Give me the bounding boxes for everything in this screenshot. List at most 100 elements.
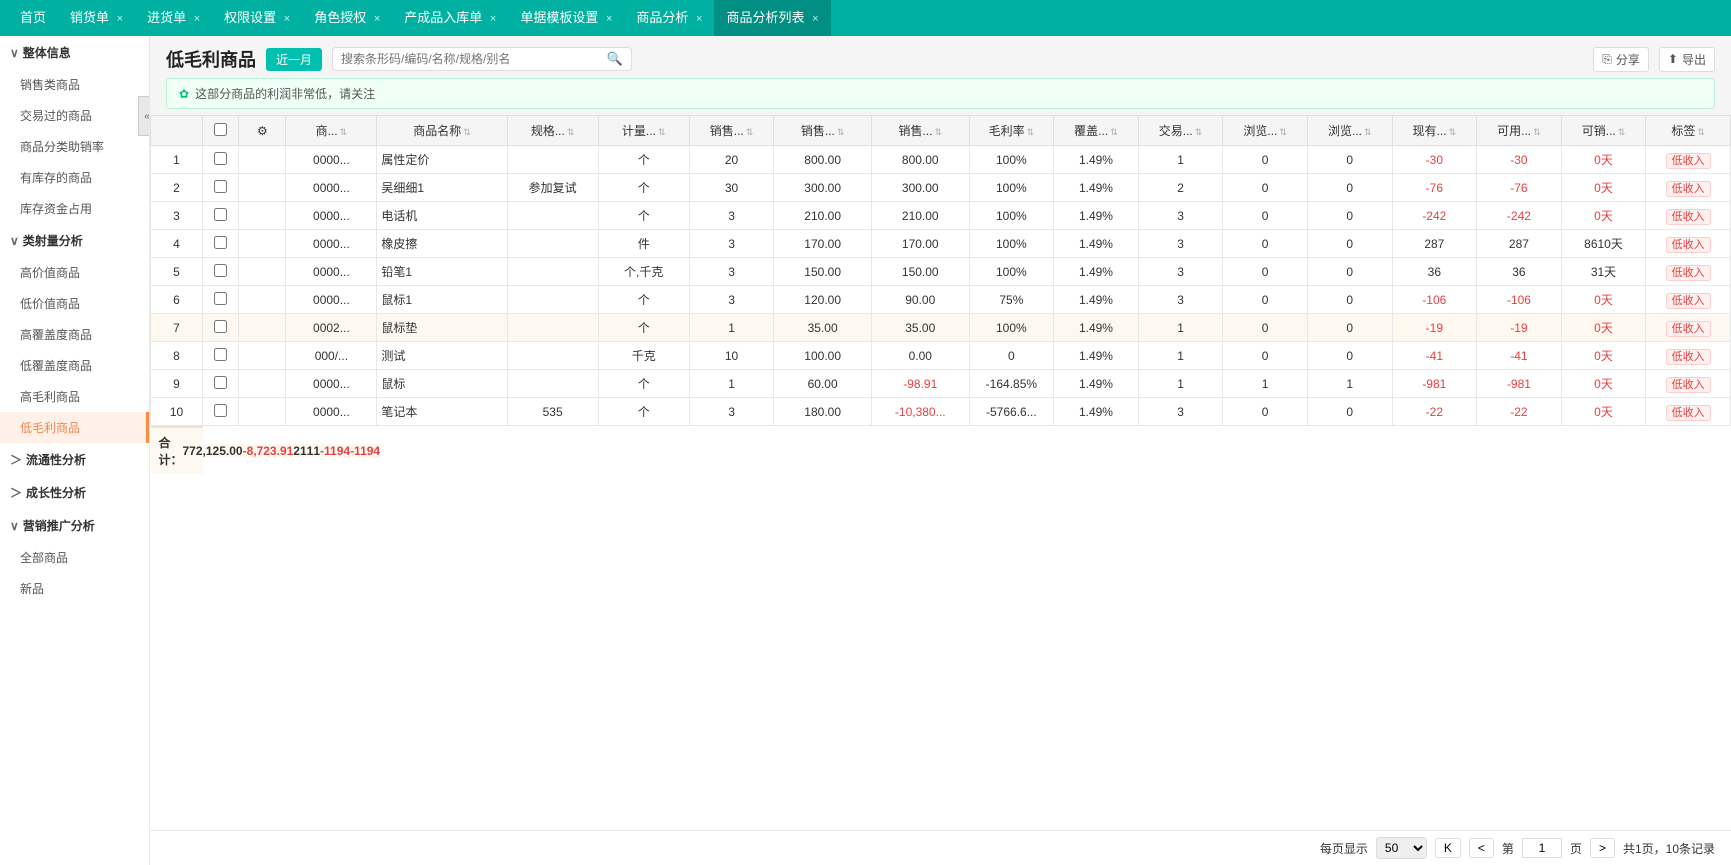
- th-code[interactable]: 商...⇅: [286, 116, 377, 146]
- sidebar-item-inventory-capital[interactable]: 库存资金占用: [0, 193, 149, 224]
- nav-close-template[interactable]: ×: [606, 13, 612, 25]
- nav-purchase-order[interactable]: 进货单 ×: [135, 0, 212, 36]
- prev-page-button[interactable]: <: [1469, 838, 1494, 858]
- nav-product-entry[interactable]: 产成品入库单 ×: [392, 0, 508, 36]
- cell-settings: [239, 370, 286, 398]
- sidebar-item-low-coverage[interactable]: 低覆盖度商品: [0, 350, 149, 381]
- nav-close-product[interactable]: ×: [490, 13, 496, 25]
- th-tag[interactable]: 标签⇅: [1646, 116, 1731, 146]
- th-sales-amt[interactable]: 销售...⇅: [871, 116, 969, 146]
- sidebar-item-category-rate[interactable]: 商品分类助销率: [0, 131, 149, 162]
- sidebar-item-all-products[interactable]: 全部商品: [0, 542, 149, 573]
- th-coverage[interactable]: 覆盖...⇅: [1054, 116, 1139, 146]
- cell-num: 4: [151, 230, 203, 258]
- sidebar-group-quantity-analysis[interactable]: ∨ 类射量分析: [0, 224, 149, 257]
- export-button[interactable]: ⬆ 导出: [1659, 47, 1715, 72]
- sidebar-item-high-coverage[interactable]: 高覆盖度商品: [0, 319, 149, 350]
- th-gross-margin[interactable]: 毛利率⇅: [969, 116, 1054, 146]
- browse-link[interactable]: 0: [1262, 321, 1269, 335]
- th-unit[interactable]: 计量...⇅: [598, 116, 689, 146]
- cell-avail: 287: [1477, 230, 1562, 258]
- row-checkbox[interactable]: [214, 376, 227, 389]
- th-sales-qty[interactable]: 销售...⇅: [689, 116, 774, 146]
- page-size-select[interactable]: 50 100 200: [1376, 837, 1427, 859]
- browse-link[interactable]: 0: [1262, 349, 1269, 363]
- th-sales-cost[interactable]: 销售...⇅: [774, 116, 872, 146]
- th-trade[interactable]: 交易...⇅: [1138, 116, 1223, 146]
- row-checkbox[interactable]: [214, 348, 227, 361]
- share-button[interactable]: ⎘ 分享: [1593, 47, 1649, 72]
- nav-close-purchase[interactable]: ×: [194, 13, 200, 25]
- browse-link[interactable]: 0: [1262, 153, 1269, 167]
- search-icon[interactable]: 🔍: [607, 51, 623, 67]
- cell-code: 0000...: [286, 286, 377, 314]
- sidebar-item-low-margin[interactable]: 低毛利商品: [0, 412, 149, 443]
- sidebar-item-traded-products[interactable]: 交易过的商品: [0, 100, 149, 131]
- cell-browse2: 0: [1307, 230, 1392, 258]
- th-browse1[interactable]: 浏览...⇅: [1223, 116, 1308, 146]
- th-settings[interactable]: ⚙: [239, 116, 286, 146]
- cell-settings: [239, 202, 286, 230]
- sidebar-item-new-products[interactable]: 新品: [0, 573, 149, 604]
- next-page-button[interactable]: >: [1590, 838, 1615, 858]
- sidebar-group-circulation[interactable]: ＞ 流通性分析: [0, 443, 149, 476]
- row-checkbox[interactable]: [214, 404, 227, 417]
- browse-link[interactable]: 0: [1262, 237, 1269, 251]
- browse-link[interactable]: 1: [1262, 377, 1269, 391]
- row-checkbox[interactable]: [214, 292, 227, 305]
- row-checkbox[interactable]: [214, 180, 227, 193]
- sidebar-item-sales-products[interactable]: 销售类商品: [0, 69, 149, 100]
- browse-link[interactable]: 0: [1262, 265, 1269, 279]
- table-container[interactable]: ⚙ 商...⇅ 商品名称⇅ 规格...⇅ 计量...⇅ 销售...⇅ 销售...…: [150, 115, 1731, 830]
- row-checkbox[interactable]: [214, 236, 227, 249]
- th-stock[interactable]: 现有...⇅: [1392, 116, 1477, 146]
- browse-link[interactable]: 0: [1262, 293, 1269, 307]
- cell-saleable: 0天: [1561, 286, 1646, 314]
- sidebar-group-marketing[interactable]: ∨ 营销推广分析: [0, 509, 149, 542]
- filter-period-button[interactable]: 近一月: [266, 48, 322, 71]
- nav-analysis-list[interactable]: 商品分析列表 ×: [714, 0, 830, 36]
- table-row: 40000...橡皮擦件3170.00170.00100%1.49%300287…: [151, 230, 1731, 258]
- nav-home[interactable]: 首页: [8, 0, 58, 36]
- sidebar-collapse-button[interactable]: «: [138, 96, 150, 136]
- th-avail[interactable]: 可用...⇅: [1477, 116, 1562, 146]
- th-spec[interactable]: 规格...⇅: [507, 116, 598, 146]
- cell-spec: [507, 370, 598, 398]
- nav-sales-order[interactable]: 销货单 ×: [58, 0, 135, 36]
- nav-close-permission[interactable]: ×: [284, 13, 290, 25]
- row-checkbox[interactable]: [214, 152, 227, 165]
- table-row: 70002...鼠标垫个135.0035.00100%1.49%100-19-1…: [151, 314, 1731, 342]
- th-browse2[interactable]: 浏览...⇅: [1307, 116, 1392, 146]
- table-row: 20000...吴细细1参加复试个30300.00300.00100%1.49%…: [151, 174, 1731, 202]
- th-saleable[interactable]: 可销...⇅: [1561, 116, 1646, 146]
- browse-link[interactable]: 0: [1262, 405, 1269, 419]
- page-number-input[interactable]: [1522, 838, 1562, 858]
- row-checkbox[interactable]: [214, 264, 227, 277]
- nav-close-list[interactable]: ×: [812, 13, 818, 25]
- first-page-button[interactable]: K: [1435, 838, 1461, 858]
- nav-role-auth[interactable]: 角色授权 ×: [302, 0, 392, 36]
- sidebar-group-overview[interactable]: ∨ 整体信息: [0, 36, 149, 69]
- sidebar-item-high-value[interactable]: 高价值商品: [0, 257, 149, 288]
- nav-close-role[interactable]: ×: [374, 13, 380, 25]
- cell-stock: -19: [1392, 314, 1477, 342]
- table-row: 10000...属性定价个20800.00800.00100%1.49%100-…: [151, 146, 1731, 174]
- search-input[interactable]: [341, 52, 607, 66]
- nav-template-settings[interactable]: 单据模板设置 ×: [508, 0, 624, 36]
- cell-num: 7: [151, 314, 203, 342]
- sidebar-group-growth[interactable]: ＞ 成长性分析: [0, 476, 149, 509]
- th-name[interactable]: 商品名称⇅: [377, 116, 507, 146]
- row-checkbox[interactable]: [214, 320, 227, 333]
- sidebar-item-low-value[interactable]: 低价值商品: [0, 288, 149, 319]
- nav-close-analysis[interactable]: ×: [696, 13, 702, 25]
- sidebar-item-in-stock[interactable]: 有库存的商品: [0, 162, 149, 193]
- row-checkbox[interactable]: [214, 208, 227, 221]
- browse-link[interactable]: 0: [1262, 209, 1269, 223]
- nav-close-sales[interactable]: ×: [117, 13, 123, 25]
- nav-product-analysis[interactable]: 商品分析 ×: [624, 0, 714, 36]
- select-all-checkbox[interactable]: [214, 123, 227, 136]
- browse-link[interactable]: 0: [1262, 181, 1269, 195]
- nav-permission-settings[interactable]: 权限设置 ×: [212, 0, 302, 36]
- cell-sales-cost: 150.00: [774, 258, 872, 286]
- sidebar-item-high-margin[interactable]: 高毛利商品: [0, 381, 149, 412]
